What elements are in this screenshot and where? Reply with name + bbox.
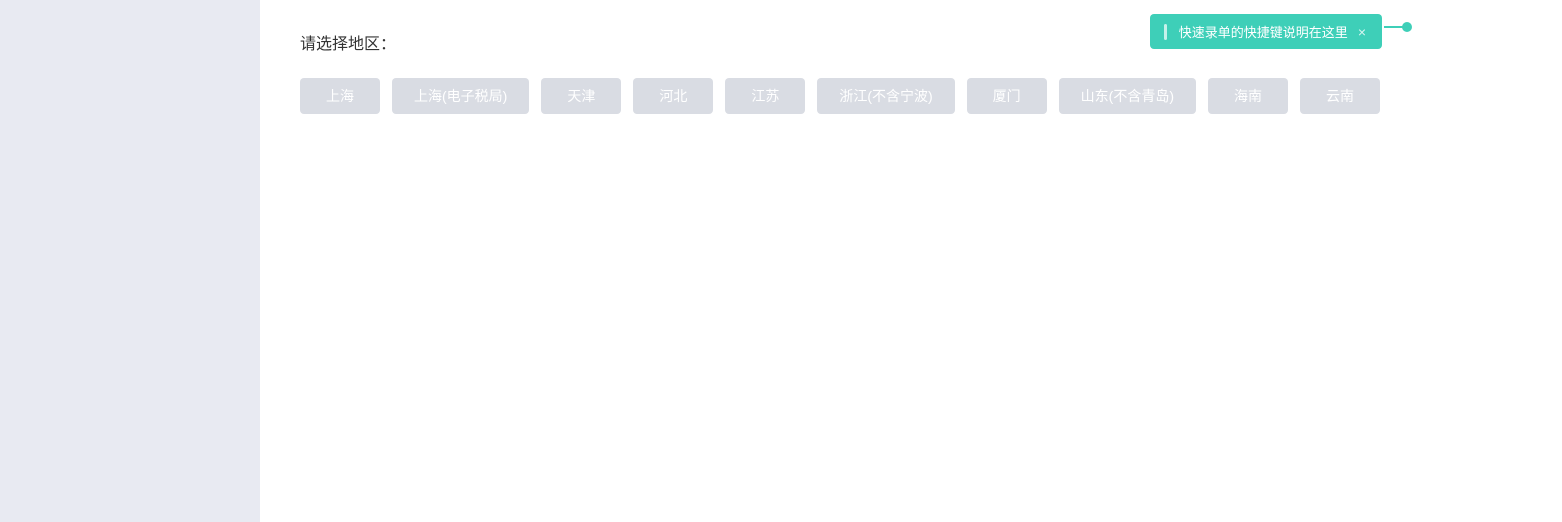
region-btn-shanghai[interactable]: 上海 [300,78,380,114]
region-btn-zhejiang[interactable]: 浙江(不含宁波) [817,78,954,114]
sidebar [0,0,260,522]
tooltip-connector-dot [1402,22,1412,32]
region-btn-xiamen[interactable]: 厦门 [967,78,1047,114]
tooltip-banner: 快速录单的快捷键说明在这里 × [1150,14,1382,49]
region-btn-yunnan[interactable]: 云南 [1300,78,1380,114]
main-content: 请选择地区： 上海 上海(电子税局) 天津 河北 江苏 浙江(不含宁波) 厦门 … [260,0,1562,522]
tooltip-close-button[interactable]: × [1356,24,1368,40]
tooltip-text: 快速录单的快捷键说明在这里 [1179,22,1348,41]
region-button-group: 上海 上海(电子税局) 天津 河北 江苏 浙江(不含宁波) 厦门 山东(不含青岛… [300,78,1522,114]
region-btn-jiangsu[interactable]: 江苏 [725,78,805,114]
region-btn-hebei[interactable]: 河北 [633,78,713,114]
region-btn-shanghai-etax[interactable]: 上海(电子税局) [392,78,529,114]
region-btn-hainan[interactable]: 海南 [1208,78,1288,114]
region-btn-tianjin[interactable]: 天津 [541,78,621,114]
region-btn-shandong[interactable]: 山东(不含青岛) [1059,78,1196,114]
